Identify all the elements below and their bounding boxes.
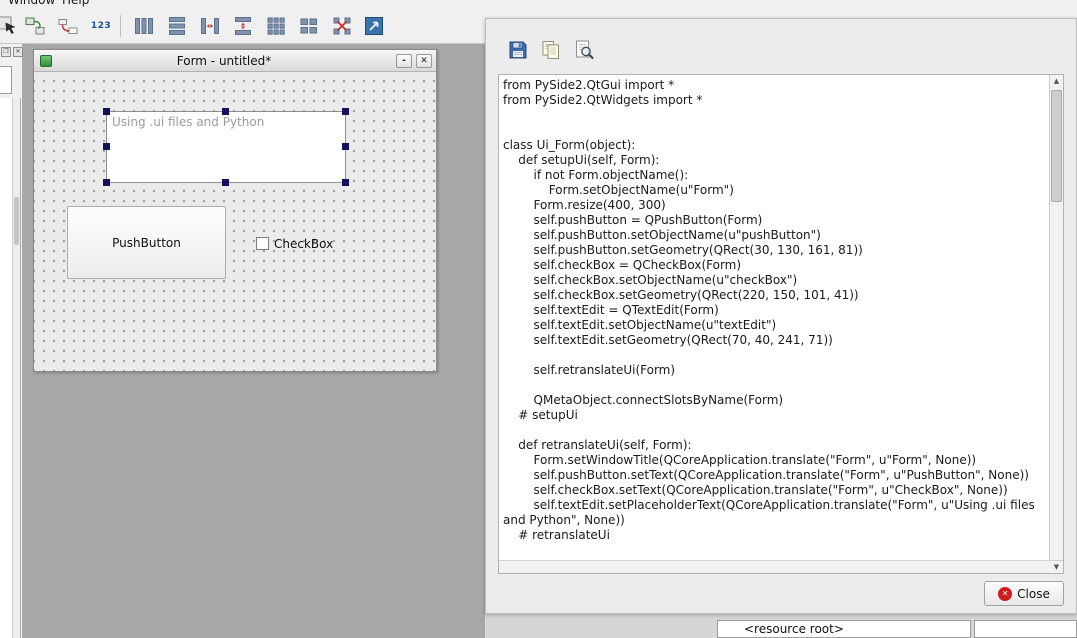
- checkbox-label: CheckBox: [274, 237, 333, 251]
- scrollbar-thumb[interactable]: [1051, 90, 1062, 202]
- toolbar-separator: [120, 15, 121, 37]
- dialog-close-button[interactable]: ✕ Close: [984, 581, 1064, 606]
- dock-scrollbar-thumb[interactable]: [14, 197, 19, 245]
- form-icon: [40, 55, 52, 67]
- edit-signals-slots-icon: [24, 15, 46, 37]
- layout-splitter-horizontal-icon: [199, 15, 221, 37]
- horizontal-scrollbar[interactable]: [499, 560, 1050, 573]
- layout-splitter-vertical-icon: [232, 15, 254, 37]
- layout-vertical-icon: [166, 15, 188, 37]
- selection-handle-top-right[interactable]: [342, 108, 349, 115]
- selection-handle-top[interactable]: [222, 108, 229, 115]
- checkbox-indicator[interactable]: [256, 237, 269, 250]
- form-editor-window[interactable]: Form - untitled* - ✕ Using .ui files and…: [33, 49, 437, 372]
- save-button[interactable]: [504, 36, 531, 63]
- dock-panel-body: [0, 98, 21, 638]
- layout-grid-button[interactable]: [263, 13, 289, 39]
- copy-icon: [539, 38, 563, 62]
- left-dock-panel: ❐ ✕: [0, 44, 22, 638]
- dock-scrollbar[interactable]: [12, 98, 20, 638]
- edit-buddies-button[interactable]: [55, 13, 81, 39]
- adjust-size-button[interactable]: [361, 13, 387, 39]
- selection-handle-bottom[interactable]: [222, 179, 229, 186]
- textedit-widget[interactable]: Using .ui files and Python: [106, 111, 346, 183]
- close-circle-icon: ✕: [998, 587, 1012, 601]
- resource-side-panel: [974, 620, 1077, 638]
- scroll-up-icon[interactable]: ▲: [1050, 75, 1063, 88]
- edit-widgets-icon: [0, 15, 19, 37]
- form-window-titlebar[interactable]: Form - untitled* - ✕: [34, 50, 436, 72]
- layout-vertical-button[interactable]: [164, 13, 190, 39]
- break-layout-icon: [331, 15, 353, 37]
- layout-form-button[interactable]: [296, 13, 322, 39]
- scroll-down-icon[interactable]: ▼: [1050, 560, 1063, 573]
- selection-handle-bottom-left[interactable]: [103, 179, 110, 186]
- pushbutton-widget[interactable]: PushButton: [67, 206, 226, 279]
- find-button[interactable]: [570, 36, 597, 63]
- vertical-scrollbar[interactable]: ▲ ▼: [1049, 75, 1063, 573]
- code-text[interactable]: from PySide2.QtGui import * from PySide2…: [503, 78, 1047, 558]
- dock-float-icon[interactable]: ❐: [1, 47, 11, 57]
- selection-handle-bottom-right[interactable]: [342, 179, 349, 186]
- code-preview-dialog: from PySide2.QtGui import * from PySide2…: [485, 18, 1077, 614]
- adjust-size-icon: [363, 15, 385, 37]
- menubar: Window Help: [0, 0, 1077, 9]
- layout-form-icon: [298, 15, 320, 37]
- edit-signals-slots-button[interactable]: [22, 13, 48, 39]
- break-layout-button[interactable]: [329, 13, 355, 39]
- dock-partial-field: [0, 66, 12, 94]
- layout-splitter-vertical-button[interactable]: [230, 13, 256, 39]
- menu-help[interactable]: Help: [62, 0, 89, 7]
- form-window-title: Form - untitled*: [52, 54, 396, 68]
- form-canvas[interactable]: Using .ui files and Python PushButton Ch…: [34, 73, 436, 371]
- menu-window[interactable]: Window: [8, 0, 55, 7]
- edit-tab-order-button[interactable]: 123: [88, 13, 114, 39]
- layout-horizontal-icon: [133, 15, 155, 37]
- close-button-label: Close: [1017, 587, 1050, 601]
- selection-handle-left[interactable]: [103, 143, 110, 150]
- edit-widgets-button[interactable]: [0, 13, 21, 39]
- copy-button[interactable]: [537, 36, 564, 63]
- edit-tab-order-icon: 123: [91, 21, 111, 31]
- selection-handle-right[interactable]: [342, 143, 349, 150]
- checkbox-widget[interactable]: CheckBox: [256, 235, 333, 252]
- selection-handle-top-left[interactable]: [103, 108, 110, 115]
- qt-designer-screen: Window Help 123: [0, 0, 1077, 638]
- edit-buddies-icon: [57, 15, 79, 37]
- layout-splitter-horizontal-button[interactable]: [197, 13, 223, 39]
- layout-horizontal-button[interactable]: [131, 13, 157, 39]
- layout-grid-icon: [265, 15, 287, 37]
- resource-tree[interactable]: <resource root>: [717, 620, 971, 638]
- textedit-placeholder: Using .ui files and Python: [112, 115, 264, 129]
- code-view[interactable]: from PySide2.QtGui import * from PySide2…: [498, 74, 1064, 574]
- save-icon: [506, 38, 530, 62]
- dock-close-icon[interactable]: ✕: [13, 47, 23, 57]
- close-button[interactable]: ✕: [416, 54, 432, 68]
- resource-root-item[interactable]: <resource root>: [744, 622, 844, 636]
- find-icon: [572, 38, 596, 62]
- minimize-button[interactable]: -: [396, 54, 412, 68]
